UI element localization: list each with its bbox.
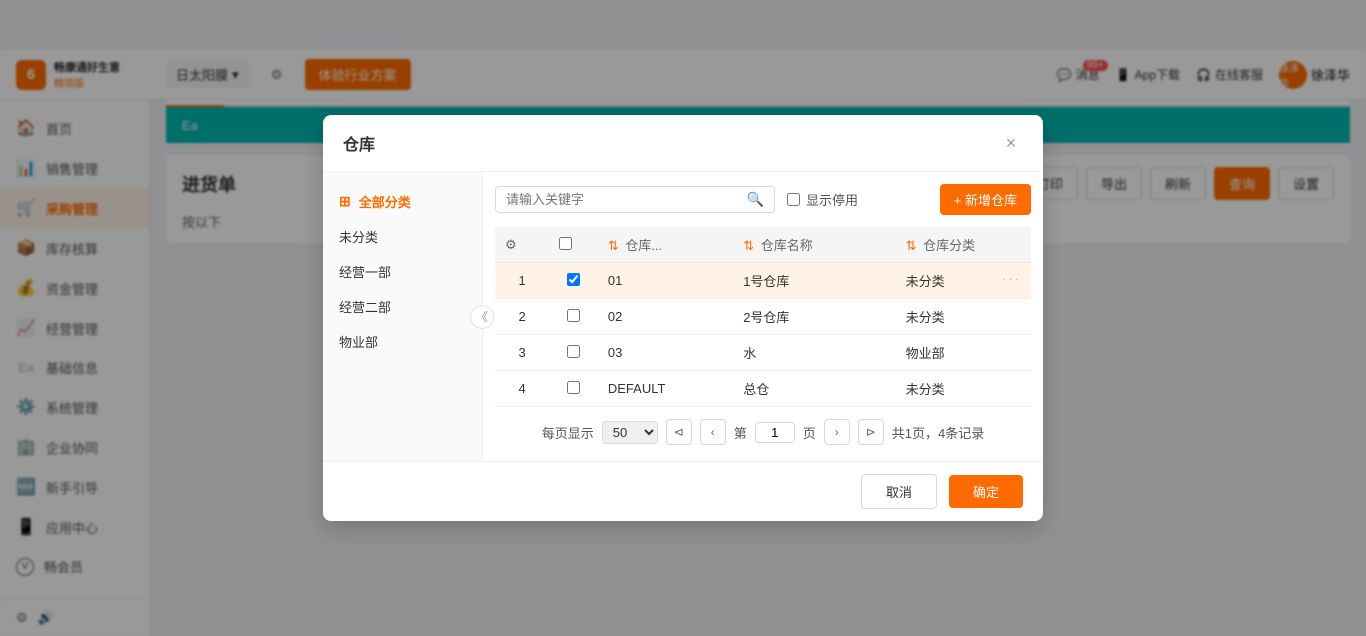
modal-main-area: 🔍 显示停用 + 新增仓库 ⚙ [483,172,1043,461]
search-icon[interactable]: 🔍 [747,191,764,208]
row-check-cell[interactable] [549,335,598,371]
disabled-checkbox-input[interactable] [787,193,800,206]
modal-header: 仓库 × [323,115,1043,172]
modal-body: 《 ⊞ 全部分类 未分类 经营一部 经营二部 物业部 [323,172,1043,461]
row-num: 3 [518,345,525,360]
per-page-label: 每页显示 [542,423,594,442]
add-warehouse-button[interactable]: + 新增仓库 [940,184,1031,215]
category-all[interactable]: ⊞ 全部分类 [323,184,482,219]
category-uncat[interactable]: 未分类 [323,219,482,254]
sort-icon-cat: ⇅ [906,238,917,253]
confirm-button[interactable]: 确定 [949,475,1023,508]
row-category-cell: 未分类 ··· [896,263,1031,299]
table-row[interactable]: 2 02 2号仓库 未分类 [495,299,1031,335]
modal-category-sidebar: 《 ⊞ 全部分类 未分类 经营一部 经营二部 物业部 [323,172,483,461]
sort-icon-name: ⇅ [743,238,754,253]
modal-overlay[interactable]: 仓库 × 《 ⊞ 全部分类 未分类 经营一部 经营二部 [0,0,1366,636]
th-gear: ⚙ [495,227,549,263]
row-num: 2 [518,309,525,324]
page-label: 第 [734,423,747,442]
warehouse-table: ⚙ ⇅ 仓库... ⇅ [495,227,1031,407]
table-row[interactable]: 3 03 水 物业部 [495,335,1031,371]
warehouse-table-container: ⚙ ⇅ 仓库... ⇅ [495,227,1031,407]
row-name-cell: 1号仓库 [733,263,895,299]
row-check-cell[interactable] [549,299,598,335]
row-code-cell: 01 [598,263,733,299]
grid-icon: ⊞ [339,193,351,210]
total-records: 共1页，4条记录 [892,423,984,442]
th-category[interactable]: ⇅ 仓库分类 [896,227,1031,263]
row-code-cell: DEFAULT [598,371,733,407]
row-checkbox[interactable] [567,345,580,358]
category-dept1[interactable]: 经营一部 [323,254,482,289]
modal-footer: 取消 确定 [323,461,1043,521]
row-checkbox[interactable] [567,381,580,394]
row-category-cell: 物业部 [896,335,1031,371]
next-page-button[interactable]: › [824,419,850,445]
first-page-button[interactable]: ⊲ [666,419,692,445]
row-category-cell: 未分类 [896,371,1031,407]
th-name[interactable]: ⇅ 仓库名称 [733,227,895,263]
search-box: 🔍 [495,186,775,213]
table-row[interactable]: 4 DEFAULT 总仓 未分类 [495,371,1031,407]
gear-icon: ⚙ [505,237,517,252]
row-checkbox[interactable] [567,273,580,286]
sidebar-collapse-button[interactable]: 《 [470,305,494,329]
prev-page-button[interactable]: ‹ [700,419,726,445]
page-number-input[interactable] [755,422,795,443]
select-all-checkbox[interactable] [559,237,572,250]
table-row[interactable]: 1 01 1号仓库 未分类 ··· [495,263,1031,299]
show-disabled-checkbox[interactable]: 显示停用 [787,190,858,209]
page-unit: 页 [803,423,816,442]
cancel-button[interactable]: 取消 [861,474,937,509]
category-dept2[interactable]: 经营二部 [323,289,482,324]
warehouse-modal: 仓库 × 《 ⊞ 全部分类 未分类 经营一部 经营二部 [323,115,1043,521]
row-code-cell: 02 [598,299,733,335]
modal-close-button[interactable]: × [999,131,1023,155]
row-category-cell: 未分类 [896,299,1031,335]
th-check [549,227,598,263]
row-name-cell: 2号仓库 [733,299,895,335]
th-code[interactable]: ⇅ 仓库... [598,227,733,263]
row-gear-cell: 1 [495,263,549,299]
last-page-button[interactable]: ⊳ [858,419,884,445]
row-code-cell: 03 [598,335,733,371]
modal-pagination: 每页显示 50 10 20 100 ⊲ ‹ 第 页 › ⊳ 共1页，4条记录 [495,407,1031,449]
row-gear-cell: 3 [495,335,549,371]
sort-icon-code: ⇅ [608,238,619,253]
row-gear-cell: 2 [495,299,549,335]
search-input[interactable] [506,192,747,207]
row-check-cell[interactable] [549,263,598,299]
row-check-cell[interactable] [549,371,598,407]
row-num: 1 [518,273,525,288]
per-page-select[interactable]: 50 10 20 100 [602,421,658,444]
row-dots-button[interactable]: ··· [1002,271,1021,286]
row-name-cell: 总仓 [733,371,895,407]
modal-title: 仓库 [343,131,375,155]
row-num: 4 [518,381,525,396]
row-name-cell: 水 [733,335,895,371]
row-gear-cell: 4 [495,371,549,407]
row-checkbox[interactable] [567,309,580,322]
category-property[interactable]: 物业部 [323,324,482,359]
modal-toolbar: 🔍 显示停用 + 新增仓库 [495,184,1031,215]
